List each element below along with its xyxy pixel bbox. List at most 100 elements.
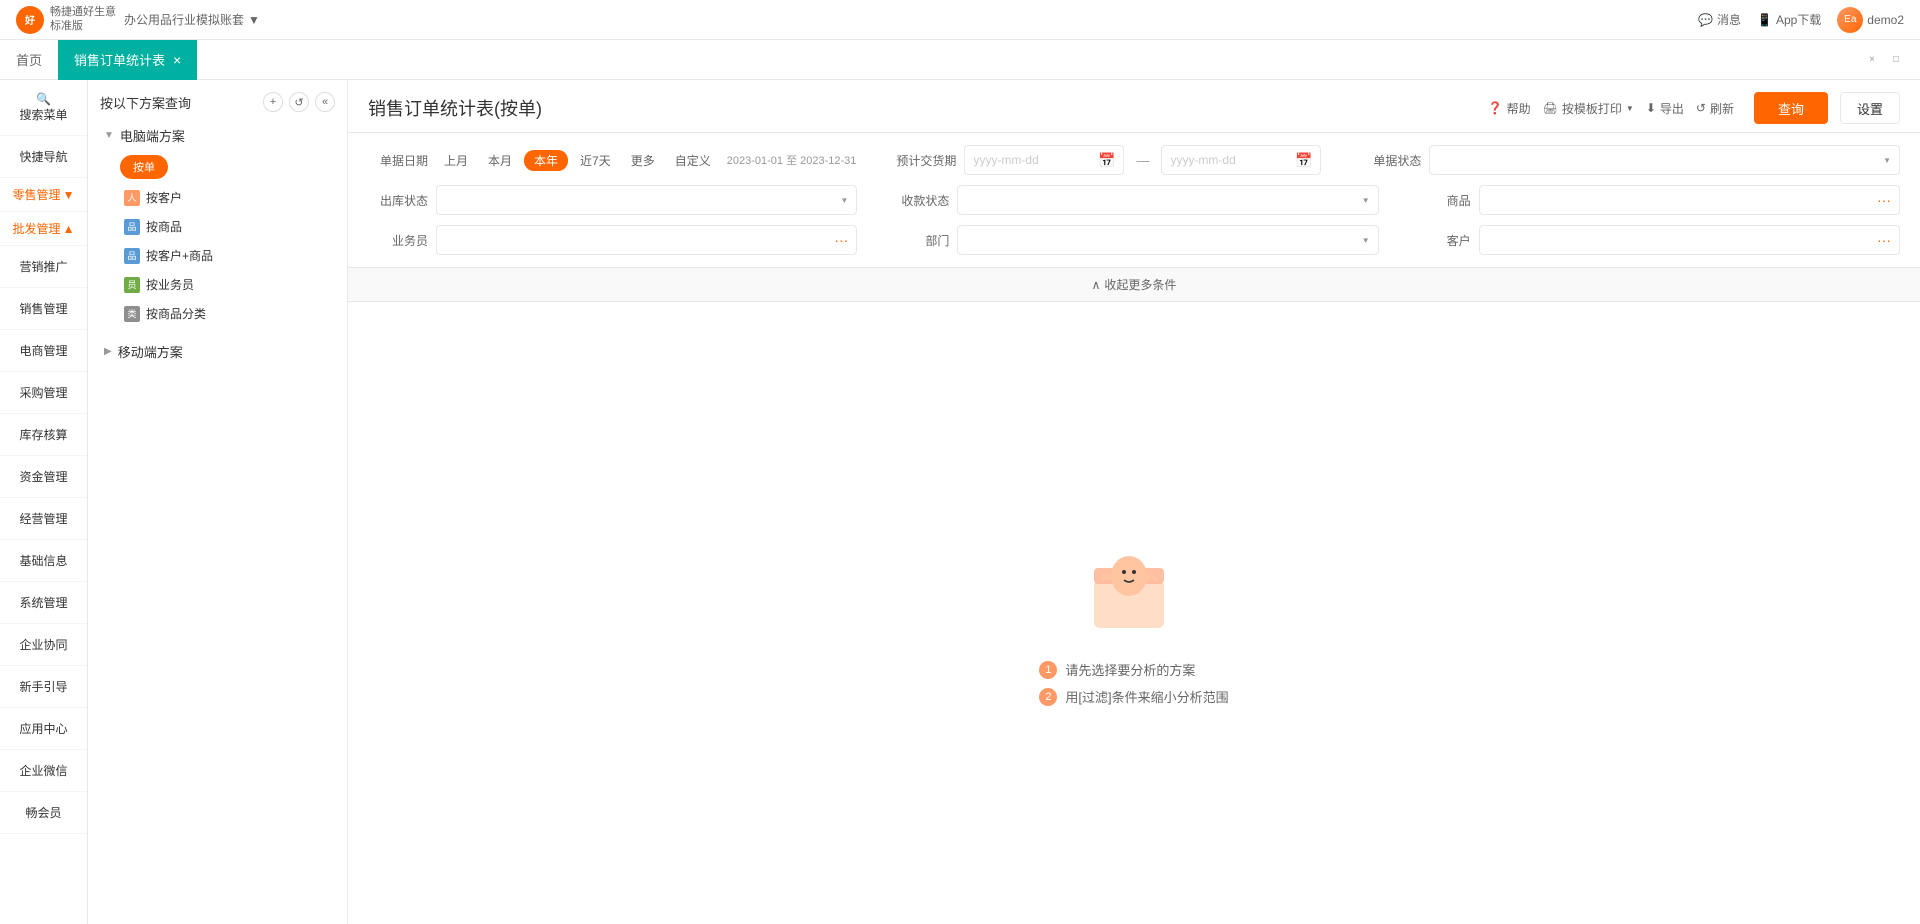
hint-num-1: 1	[1039, 661, 1057, 679]
logo-text: 畅捷通好生意 标准版	[50, 6, 116, 32]
logo-area: 好 畅捷通好生意 标准版	[16, 6, 116, 34]
tree-item-by-category[interactable]: 类 按商品分类	[96, 299, 339, 328]
collapse-panel-btn[interactable]: «	[315, 92, 335, 112]
staff-ellipsis[interactable]: ···	[834, 232, 848, 248]
tab-home[interactable]: 首页	[0, 40, 58, 80]
customer-ellipsis[interactable]: ···	[1877, 232, 1891, 248]
refresh-btn[interactable]: ↺ 刷新	[1696, 100, 1734, 117]
tabbar: 首页 销售订单统计表 × × □	[0, 40, 1920, 80]
message-btn[interactable]: 💬 消息	[1698, 11, 1741, 28]
sidebar-item-retail[interactable]: 零售管理 ▼	[0, 178, 87, 212]
query-button[interactable]: 查询	[1754, 92, 1828, 124]
collapse-row[interactable]: ∧ 收起更多条件	[348, 268, 1920, 302]
empty-svg	[1074, 520, 1194, 640]
sidebar-item-system[interactable]: 系统管理	[0, 582, 87, 624]
chevron-right-icon: ▶	[104, 346, 112, 357]
panel-header: 按以下方案查询 + ↺ «	[88, 92, 347, 120]
goods-ellipsis[interactable]: ···	[1877, 192, 1891, 208]
window-max-btn[interactable]: □	[1888, 52, 1904, 68]
sidebar-item-member[interactable]: 畅会员	[0, 792, 87, 834]
breadcrumb[interactable]: 办公用品行业模拟账套 ▼	[124, 11, 260, 28]
customer-input[interactable]: ···	[1479, 225, 1900, 255]
export-btn[interactable]: ⬇ 导出	[1646, 100, 1684, 117]
dept-select[interactable]: ▼	[957, 225, 1378, 255]
sidebar-item-wechat[interactable]: 企业微信	[0, 750, 87, 792]
add-scheme-btn[interactable]: +	[263, 92, 283, 112]
customer-label: 客户	[1411, 232, 1471, 249]
print-btn[interactable]: 🖨 按模板打印 ▼	[1543, 100, 1634, 117]
sidebar-item-sales[interactable]: 销售管理	[0, 288, 87, 330]
search-icon: 🔍	[4, 92, 83, 106]
date-btn-lastmonth[interactable]: 上月	[436, 150, 476, 171]
tree-item-by-customer[interactable]: 人 按客户	[96, 183, 339, 212]
empty-hint-1: 1 请先选择要分析的方案	[1039, 660, 1228, 679]
collapse-btn[interactable]: ∧ 收起更多条件	[1092, 276, 1177, 293]
main-layout: 🔍 搜索菜单 快捷导航 零售管理 ▼ 批发管理 ▲ 营销推广 销售管理 电商管理…	[0, 80, 1920, 924]
tree-root-pc[interactable]: ▼ 电脑端方案	[96, 120, 339, 151]
help-icon: ❓	[1488, 101, 1503, 115]
export-icon: ⬇	[1646, 101, 1656, 115]
tree-item-by-customer-goods[interactable]: 品 按客户+商品	[96, 241, 339, 270]
tree-item-by-goods[interactable]: 品 按商品	[96, 212, 339, 241]
staff-icon: 员	[124, 277, 140, 293]
sidebar-item-guide[interactable]: 新手引导	[0, 666, 87, 708]
calendar-icon-2: 📅	[1295, 152, 1312, 169]
date-range-text: 2023-01-01 至 2023-12-31	[727, 152, 857, 168]
dept-label: 部门	[889, 232, 949, 249]
payment-status-arrow: ▼	[1362, 196, 1370, 205]
date-shortcuts: 上月 本月 本年 近7天 更多 自定义	[436, 150, 719, 171]
dept-arrow: ▼	[1362, 236, 1370, 245]
help-btn[interactable]: ❓ 帮助	[1488, 100, 1531, 117]
avatar: Ea	[1837, 7, 1863, 33]
sidebar-item-inventory[interactable]: 库存核算	[0, 414, 87, 456]
tree-item-by-staff[interactable]: 员 按业务员	[96, 270, 339, 299]
date-from-input[interactable]: yyyy-mm-dd 📅	[964, 145, 1124, 175]
date-btn-custom[interactable]: 自定义	[667, 150, 719, 171]
tab-close-icon[interactable]: ×	[173, 52, 181, 68]
sidebar-item-ecommerce[interactable]: 电商管理	[0, 330, 87, 372]
date-btn-7days[interactable]: 近7天	[572, 150, 619, 171]
sidebar-item-operations[interactable]: 经营管理	[0, 498, 87, 540]
sidebar-item-quicknav[interactable]: 快捷导航	[0, 136, 87, 178]
setting-button[interactable]: 设置	[1840, 92, 1900, 124]
sidebar-item-search[interactable]: 🔍 搜索菜单	[0, 80, 87, 136]
hint-num-2: 2	[1039, 688, 1057, 706]
print-arrow-icon: ▼	[1626, 104, 1634, 113]
window-close-btn[interactable]: ×	[1864, 52, 1880, 68]
panel-title: 按以下方案查询	[100, 93, 191, 112]
right-main: 销售订单统计表(按单) ❓ 帮助 🖨 按模板打印 ▼ ⬇ 导出	[348, 80, 1920, 924]
tree-root-mobile[interactable]: ▶ 移动端方案	[96, 336, 339, 367]
refresh-scheme-btn[interactable]: ↺	[289, 92, 309, 112]
tree-section: ▼ 电脑端方案 按单 人 按客户 品 按商品	[88, 120, 347, 367]
status-select[interactable]: ▼	[1429, 145, 1900, 175]
out-status-select[interactable]: ▼	[436, 185, 857, 215]
logo-icon: 好	[16, 6, 44, 34]
sidebar-item-cooperation[interactable]: 企业协同	[0, 624, 87, 666]
topbar-right: 💬 消息 📱 App下载 Ea demo2	[1698, 7, 1904, 33]
filter-row-2: 出库状态 ▼ 收款状态 ▼ 商品	[368, 185, 1900, 215]
window-controls: × □	[1864, 52, 1920, 68]
user-menu[interactable]: Ea demo2	[1837, 7, 1904, 33]
date-btn-more[interactable]: 更多	[623, 150, 663, 171]
sidebar-item-appcenter[interactable]: 应用中心	[0, 708, 87, 750]
payment-status-select[interactable]: ▼	[957, 185, 1378, 215]
date-btn-thisyear[interactable]: 本年	[524, 150, 568, 171]
tree-item-by-order[interactable]: 按单	[96, 151, 339, 183]
date-to-input[interactable]: yyyy-mm-dd 📅	[1161, 145, 1321, 175]
goods-input[interactable]: ···	[1479, 185, 1900, 215]
sidebar-item-finance[interactable]: 资金管理	[0, 456, 87, 498]
app-download-btn[interactable]: 📱 App下载	[1757, 11, 1821, 28]
date-btn-thismonth[interactable]: 本月	[480, 150, 520, 171]
sidebar-item-purchase[interactable]: 采购管理	[0, 372, 87, 414]
sidebar-item-marketing[interactable]: 营销推广	[0, 246, 87, 288]
filter-row-1: 单据日期 上月 本月 本年 近7天 更多 自定义 2023-01-01 至 20…	[368, 145, 1900, 175]
filter-row-3: 业务员 ··· 部门 ▼ 客户	[368, 225, 1900, 255]
staff-input[interactable]: ···	[436, 225, 857, 255]
tab-active[interactable]: 销售订单统计表 ×	[58, 40, 197, 80]
refresh-icon: ↺	[1696, 101, 1706, 115]
chevron-down-icon: ▼	[63, 188, 75, 202]
status-label: 单据状态	[1361, 152, 1421, 169]
sidebar-item-basicinfo[interactable]: 基础信息	[0, 540, 87, 582]
category-icon: 类	[124, 306, 140, 322]
sidebar-item-wholesale[interactable]: 批发管理 ▲	[0, 212, 87, 246]
